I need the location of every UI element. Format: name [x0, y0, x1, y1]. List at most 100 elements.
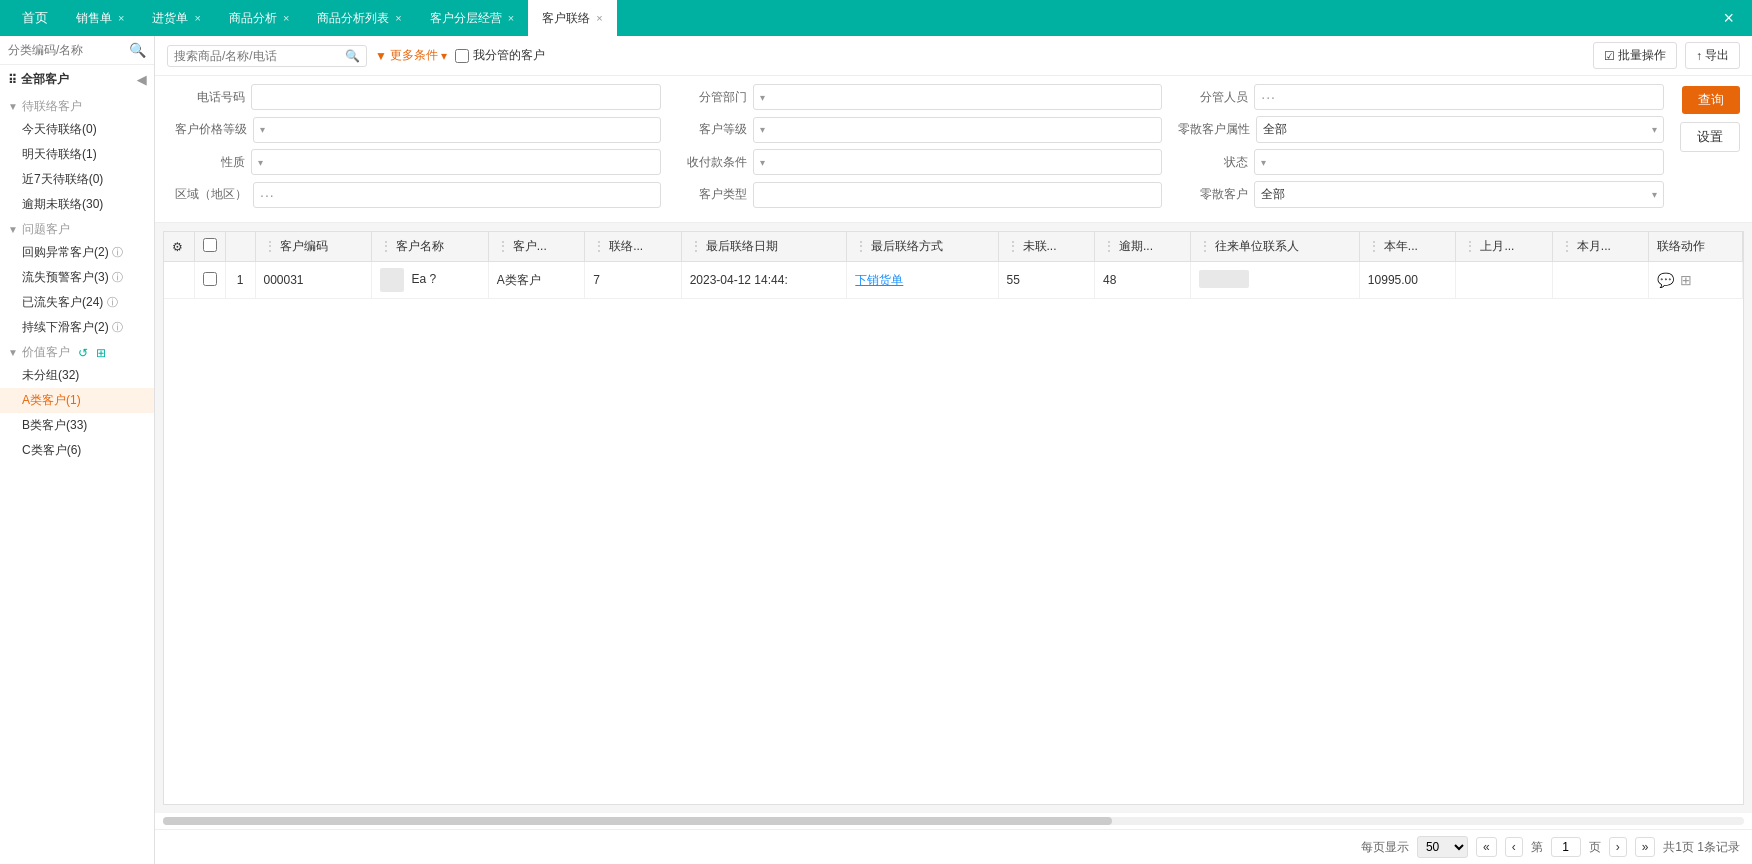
retail-input[interactable]: 全部 ▾	[1254, 181, 1664, 208]
per-page-select[interactable]: 50 100 200	[1417, 836, 1468, 858]
region-input[interactable]: ···	[253, 182, 661, 208]
filter-icon: ▼	[375, 49, 387, 63]
qrcode-icon[interactable]: ⊞	[1680, 272, 1692, 288]
row-checkbox[interactable]	[203, 272, 217, 286]
last-method-link[interactable]: 下销货单	[855, 273, 903, 287]
close-sales-order[interactable]: ×	[118, 12, 124, 24]
message-icon[interactable]: 💬	[1657, 272, 1674, 288]
retail-attr-input[interactable]: 全部 ▾	[1256, 116, 1664, 143]
close-all-button[interactable]: ×	[1713, 8, 1744, 29]
scrollbar-thumb[interactable]	[163, 817, 1112, 825]
td-contact-person	[1191, 262, 1359, 299]
th-customer-name[interactable]: ⋮客户名称	[372, 232, 489, 262]
search-input[interactable]	[174, 49, 345, 63]
main-layout: 🔍 ⠿ 全部客户 ◀ ▼ 待联络客户 今天待联络(0) 明天待联络(1) 近7天…	[0, 36, 1752, 864]
all-customers-header[interactable]: ⠿ 全部客户 ◀	[0, 65, 154, 94]
person-input[interactable]: ···	[1254, 84, 1664, 110]
nav-customer-contact[interactable]: 客户联络 ×	[528, 0, 616, 36]
nav-home[interactable]: 首页	[8, 0, 62, 36]
th-gear[interactable]: ⚙	[164, 232, 194, 262]
td-name[interactable]: Ea ?	[372, 262, 489, 299]
query-button[interactable]: 查询	[1682, 86, 1740, 114]
next-page-button[interactable]: ›	[1609, 837, 1627, 857]
scrollbar-track[interactable]	[163, 817, 1744, 825]
sidebar-item-tomorrow-contact[interactable]: 明天待联络(1)	[0, 142, 154, 167]
sidebar-search-input[interactable]	[8, 43, 129, 57]
th-last-contact-method[interactable]: ⋮最后联络方式	[847, 232, 998, 262]
filter-cell-price-level: 客户价格等级 ▾	[167, 117, 669, 143]
th-customer-code[interactable]: ⋮客户编码	[255, 232, 372, 262]
filter-cell-status: 状态 ▾	[1170, 149, 1672, 175]
sidebar-item-declining[interactable]: 持续下滑客户(2) ⓘ	[0, 315, 154, 340]
close-customer-segmentation[interactable]: ×	[508, 12, 514, 24]
th-this-month[interactable]: ⋮本月...	[1552, 232, 1648, 262]
th-check[interactable]	[194, 232, 225, 262]
td-last-method[interactable]: 下销货单	[847, 262, 998, 299]
th-contact-person[interactable]: ⋮往来单位联系人	[1191, 232, 1359, 262]
value-customers-group[interactable]: ▼ 价值客户 ↺ ⊞	[0, 340, 154, 363]
close-product-analysis-list[interactable]: ×	[395, 12, 401, 24]
customer-type-input[interactable]	[753, 182, 1163, 208]
th-not-contact[interactable]: ⋮未联...	[998, 232, 1094, 262]
nature-input[interactable]: ▾	[251, 149, 661, 175]
payment-input[interactable]: ▾	[753, 149, 1163, 175]
nav-purchase-order[interactable]: 进货单 ×	[138, 0, 214, 36]
status-input[interactable]: ▾	[1254, 149, 1664, 175]
last-page-button[interactable]: »	[1635, 837, 1656, 857]
nav-product-analysis-list[interactable]: 商品分析列表 ×	[303, 0, 415, 36]
th-last-contact-date[interactable]: ⋮最后联络日期	[681, 232, 847, 262]
sidebar-item-c-class[interactable]: C类客户(6)	[0, 438, 154, 463]
export-button[interactable]: ↑ 导出	[1685, 42, 1740, 69]
my-customers-check[interactable]	[455, 49, 469, 63]
edit-group-icon[interactable]: ⊞	[96, 346, 106, 360]
batch-icon: ☑	[1604, 49, 1615, 63]
my-customers-checkbox[interactable]: 我分管的客户	[455, 47, 545, 64]
more-filters-button[interactable]: ▼ 更多条件 ▾	[375, 47, 447, 64]
td-action: 💬 ⊞	[1649, 262, 1743, 299]
problem-customers-group[interactable]: ▼ 问题客户	[0, 217, 154, 240]
th-last-month[interactable]: ⋮上月...	[1456, 232, 1552, 262]
sidebar-item-churned[interactable]: 已流失客户(24) ⓘ	[0, 290, 154, 315]
prev-page-button[interactable]: ‹	[1505, 837, 1523, 857]
export-icon: ↑	[1696, 49, 1702, 63]
sidebar-item-ungrouped[interactable]: 未分组(32)	[0, 363, 154, 388]
problem-customers-label: 问题客户	[22, 221, 70, 238]
nav-product-analysis[interactable]: 商品分析 ×	[215, 0, 303, 36]
nav-sales-order[interactable]: 销售单 ×	[62, 0, 138, 36]
setting-button[interactable]: 设置	[1680, 122, 1740, 152]
batch-operation-button[interactable]: ☑ 批量操作	[1593, 42, 1677, 69]
first-page-button[interactable]: «	[1476, 837, 1497, 857]
td-check[interactable]	[194, 262, 225, 299]
sidebar-item-7day-contact[interactable]: 近7天待联络(0)	[0, 167, 154, 192]
close-product-analysis[interactable]: ×	[283, 12, 289, 24]
search-icon[interactable]: 🔍	[345, 49, 360, 63]
page-number-input[interactable]	[1551, 837, 1581, 857]
nav-customer-segmentation[interactable]: 客户分层经营 ×	[416, 0, 528, 36]
pending-contact-group[interactable]: ▼ 待联络客户	[0, 94, 154, 117]
dept-input[interactable]: ▾	[753, 84, 1163, 110]
sidebar-collapse-icon[interactable]: ◀	[137, 73, 146, 87]
select-all-checkbox[interactable]	[203, 238, 217, 252]
sidebar-item-churn-warning[interactable]: 流失预警客户(3) ⓘ	[0, 265, 154, 290]
close-customer-contact[interactable]: ×	[596, 12, 602, 24]
th-overdue[interactable]: ⋮逾期...	[1094, 232, 1190, 262]
sidebar-item-b-class[interactable]: B类客户(33)	[0, 413, 154, 438]
action-icons: 💬 ⊞	[1657, 272, 1734, 288]
th-contact-count[interactable]: ⋮联络...	[585, 232, 681, 262]
customer-level-input[interactable]: ▾	[753, 117, 1163, 143]
th-action: 联络动作	[1649, 232, 1743, 262]
sidebar-item-today-contact[interactable]: 今天待联络(0)	[0, 117, 154, 142]
customer-level-label: 客户等级	[677, 121, 747, 138]
sidebar-search-icon[interactable]: 🔍	[129, 42, 146, 58]
phone-input[interactable]	[251, 84, 661, 110]
person-label: 分管人员	[1178, 89, 1248, 106]
price-level-input[interactable]: ▾	[253, 117, 661, 143]
sidebar-item-overdue-contact[interactable]: 逾期未联络(30)	[0, 192, 154, 217]
sidebar-item-repurchase-abnormal[interactable]: 回购异常客户(2) ⓘ	[0, 240, 154, 265]
refresh-icon[interactable]: ↺	[78, 346, 88, 360]
td-code: 000031	[255, 262, 372, 299]
close-purchase-order[interactable]: ×	[194, 12, 200, 24]
sidebar-item-a-class[interactable]: A类客户(1)	[0, 388, 154, 413]
th-this-year[interactable]: ⋮本年...	[1359, 232, 1456, 262]
th-customer-type[interactable]: ⋮客户...	[488, 232, 584, 262]
